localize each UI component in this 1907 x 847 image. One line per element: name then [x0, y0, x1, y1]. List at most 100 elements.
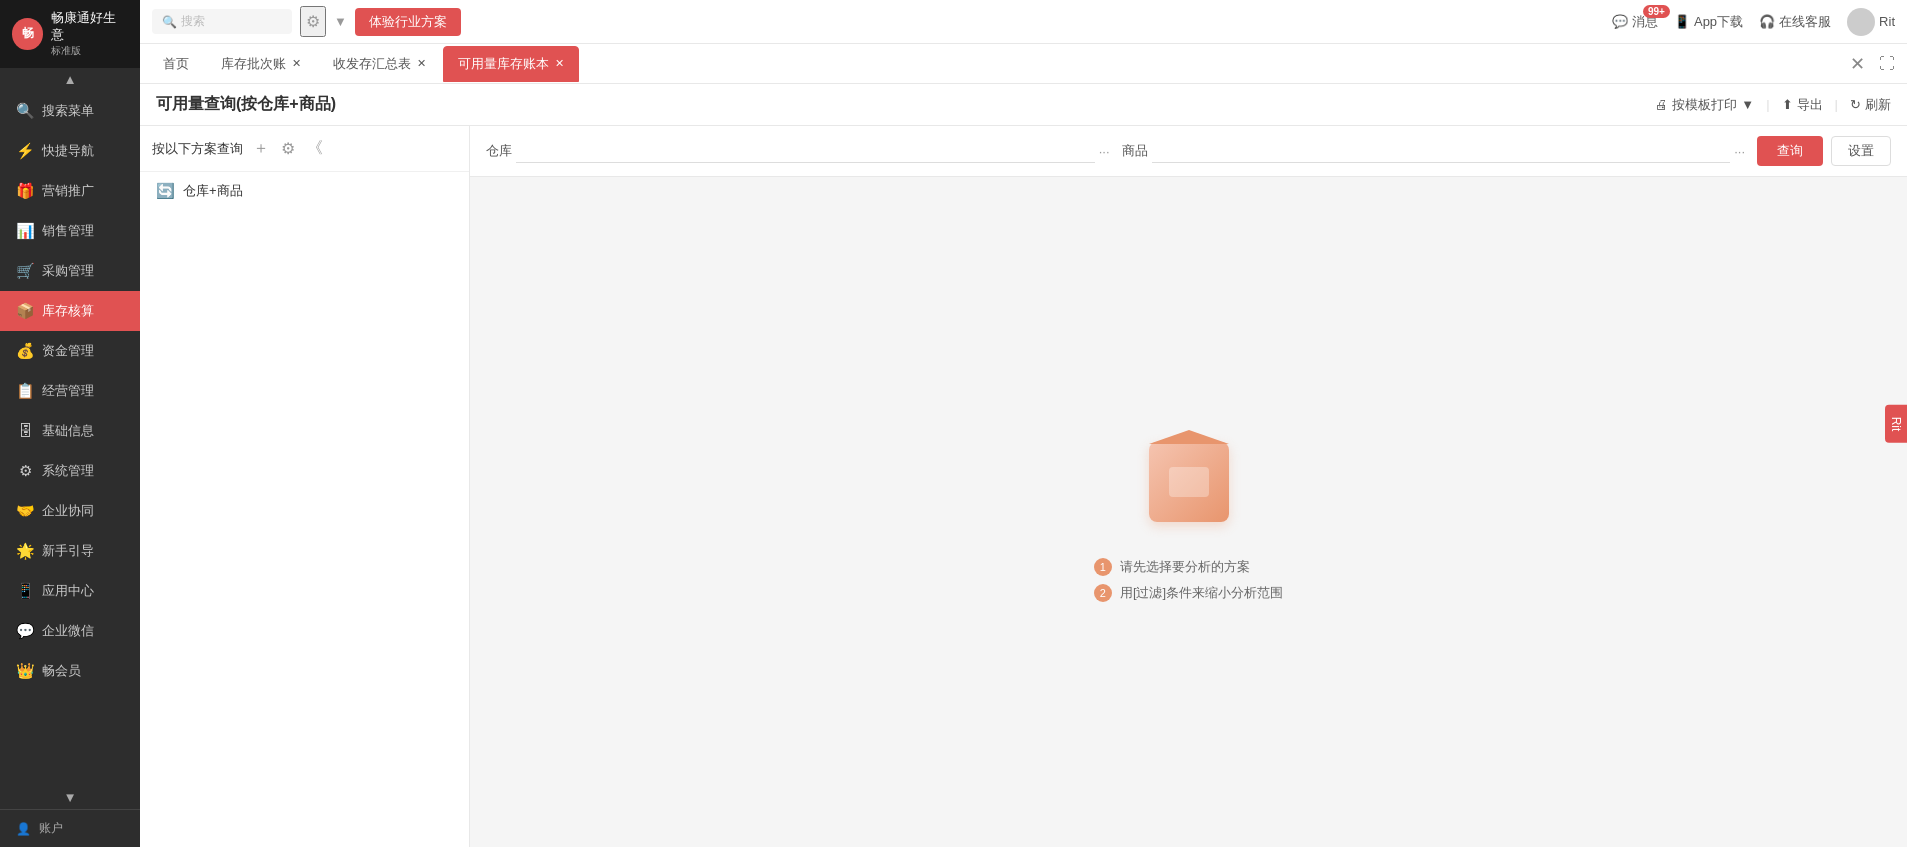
- cart-icon: 🛒: [16, 262, 34, 280]
- phone-icon: 📱: [16, 582, 34, 600]
- right-panel: 仓库 ··· 商品 ··· 查询 设置: [470, 126, 1907, 847]
- sidebar-item-corp[interactable]: 🤝 企业协同: [0, 491, 140, 531]
- warehouse-filter-more-btn[interactable]: ···: [1099, 144, 1110, 159]
- left-panel: 按以下方案查询 ＋ ⚙ 《 🔄 仓库+商品: [140, 126, 470, 847]
- tab-batch-label: 库存批次账: [221, 55, 286, 73]
- sidebar-item-member[interactable]: 👑 畅会员: [0, 651, 140, 691]
- sidebar-item-sales[interactable]: 📊 销售管理: [0, 211, 140, 251]
- user-icon: 👤: [16, 822, 31, 836]
- trial-btn[interactable]: 体验行业方案: [355, 8, 461, 36]
- sidebar-scroll-down[interactable]: ▼: [0, 786, 140, 809]
- sidebar-item-label: 营销推广: [42, 182, 94, 200]
- page-header: 可用量查询(按仓库+商品) 🖨 按模板打印 ▼ | ⬆ 导出 | ↻ 刷新: [140, 84, 1907, 126]
- query-btn[interactable]: 查询: [1757, 136, 1823, 166]
- content-area: 按以下方案查询 ＋ ⚙ 《 🔄 仓库+商品 仓库 ··· 商品: [140, 126, 1907, 847]
- topbar-search-area[interactable]: 🔍 搜索: [152, 9, 292, 34]
- tab-collect-label: 收发存汇总表: [333, 55, 411, 73]
- sidebar-item-wechat[interactable]: 💬 企业微信: [0, 611, 140, 651]
- sidebar-footer[interactable]: 👤 账户: [0, 809, 140, 847]
- sidebar-logo: 畅: [12, 18, 43, 50]
- sidebar-item-marketing[interactable]: 🎁 营销推广: [0, 171, 140, 211]
- sidebar-item-newbie[interactable]: 🌟 新手引导: [0, 531, 140, 571]
- search-placeholder-text: 搜索: [181, 13, 205, 30]
- filter-actions: 查询 设置: [1757, 136, 1891, 166]
- logo-text: 畅: [22, 25, 34, 42]
- empty-illustration: [1129, 422, 1249, 542]
- message-btn[interactable]: 💬 消息 99+: [1612, 13, 1658, 31]
- sidebar-item-system[interactable]: ⚙ 系统管理: [0, 451, 140, 491]
- sidebar-scroll-up[interactable]: ▲: [0, 68, 140, 91]
- avatar: [1847, 8, 1875, 36]
- collapse-panel-btn[interactable]: 《: [305, 136, 325, 161]
- tab-collect-account[interactable]: 收发存汇总表 ✕: [318, 46, 441, 82]
- sidebar-item-label: 库存核算: [42, 302, 94, 320]
- sidebar-item-inventory[interactable]: 📦 库存核算: [0, 291, 140, 331]
- scheme-icon: 🔄: [156, 182, 175, 200]
- sidebar-item-label: 经营管理: [42, 382, 94, 400]
- topbar: 🔍 搜索 ⚙ ▼ 体验行业方案 💬 消息 99+ 📱 App下载 🎧 在线客服 …: [140, 0, 1907, 44]
- goods-filter-input[interactable]: [1152, 139, 1731, 163]
- sidebar-item-label: 应用中心: [42, 582, 94, 600]
- sidebar-item-label: 新手引导: [42, 542, 94, 560]
- tab-batch-close[interactable]: ✕: [292, 57, 301, 70]
- export-btn[interactable]: ⬆ 导出: [1782, 96, 1823, 114]
- lightning-icon: ⚡: [16, 142, 34, 160]
- settings-scheme-btn[interactable]: ⚙: [279, 137, 297, 160]
- money-icon: 💰: [16, 342, 34, 360]
- sidebar: 畅 畅康通好生意 标准版 ▲ 🔍 搜索菜单 ⚡ 快捷导航 🎁 营销推广 📊 销售…: [0, 0, 140, 847]
- tabbar-expand-btn[interactable]: ⛶: [1875, 51, 1899, 77]
- crown-icon: 👑: [16, 662, 34, 680]
- filter-settings-btn[interactable]: 设置: [1831, 136, 1891, 166]
- tab-collect-close[interactable]: ✕: [417, 57, 426, 70]
- sidebar-item-label: 基础信息: [42, 422, 94, 440]
- goods-filter-more-btn[interactable]: ···: [1734, 144, 1745, 159]
- empty-state: 1 请先选择要分析的方案 2 用[过滤]条件来缩小分析范围: [470, 177, 1907, 847]
- tab-available-close[interactable]: ✕: [555, 57, 564, 70]
- goods-filter-field: 商品 ···: [1122, 139, 1746, 163]
- empty-hint-1-text: 请先选择要分析的方案: [1120, 558, 1250, 576]
- message-icon: 💬: [1612, 14, 1628, 29]
- tabbar-close-all-btn[interactable]: ✕: [1842, 49, 1873, 79]
- user-avatar-btn[interactable]: Rit: [1847, 8, 1895, 36]
- username-label: Rit: [1879, 14, 1895, 29]
- print-btn[interactable]: 🖨 按模板打印 ▼: [1655, 96, 1754, 114]
- add-scheme-btn[interactable]: ＋: [251, 136, 271, 161]
- tab-home-label: 首页: [163, 55, 189, 73]
- sidebar-item-label: 快捷导航: [42, 142, 94, 160]
- gear-icon: ⚙: [16, 462, 34, 480]
- sidebar-item-appstore[interactable]: 📱 应用中心: [0, 571, 140, 611]
- refresh-btn[interactable]: ↻ 刷新: [1850, 96, 1891, 114]
- sep1: |: [1766, 97, 1769, 112]
- empty-box: [1149, 442, 1229, 522]
- empty-hints: 1 请先选择要分析的方案 2 用[过滤]条件来缩小分析范围: [1094, 558, 1283, 602]
- warehouse-filter-input[interactable]: [516, 139, 1095, 163]
- empty-box-face: [1169, 467, 1209, 497]
- tab-batch-account[interactable]: 库存批次账 ✕: [206, 46, 316, 82]
- chat-icon: 💬: [16, 622, 34, 640]
- gift-icon: 🎁: [16, 182, 34, 200]
- customer-service-btn[interactable]: 🎧 在线客服: [1759, 13, 1831, 31]
- refresh-icon: ↻: [1850, 97, 1861, 112]
- sidebar-username: 账户: [39, 820, 63, 837]
- sidebar-item-finance[interactable]: 💰 资金管理: [0, 331, 140, 371]
- print-label: 按模板打印: [1672, 96, 1737, 114]
- tab-available-ledger[interactable]: 可用量库存账本 ✕: [443, 46, 579, 82]
- sidebar-item-purchase[interactable]: 🛒 采购管理: [0, 251, 140, 291]
- sidebar-nav: 🔍 搜索菜单 ⚡ 快捷导航 🎁 营销推广 📊 销售管理 🛒 采购管理 📦 库存核…: [0, 91, 140, 786]
- app-download-btn[interactable]: 📱 App下载: [1674, 13, 1743, 31]
- database-icon: 🗄: [16, 422, 34, 439]
- right-edge-tab[interactable]: Rit: [1885, 404, 1907, 443]
- phone-icon: 📱: [1674, 14, 1690, 29]
- export-icon: ⬆: [1782, 97, 1793, 112]
- page-title: 可用量查询(按仓库+商品): [156, 94, 336, 115]
- sidebar-item-business[interactable]: 📋 经营管理: [0, 371, 140, 411]
- sidebar-item-label: 资金管理: [42, 342, 94, 360]
- empty-hint-1: 1 请先选择要分析的方案: [1094, 558, 1283, 576]
- sidebar-item-search[interactable]: 🔍 搜索菜单: [0, 91, 140, 131]
- settings-gear-btn[interactable]: ⚙: [300, 6, 326, 37]
- sidebar-item-base[interactable]: 🗄 基础信息: [0, 411, 140, 451]
- sidebar-item-shortcut[interactable]: ⚡ 快捷导航: [0, 131, 140, 171]
- filter-bar: 仓库 ··· 商品 ··· 查询 设置: [470, 126, 1907, 177]
- tab-home[interactable]: 首页: [148, 46, 204, 82]
- scheme-item-warehouse-goods[interactable]: 🔄 仓库+商品: [140, 172, 469, 210]
